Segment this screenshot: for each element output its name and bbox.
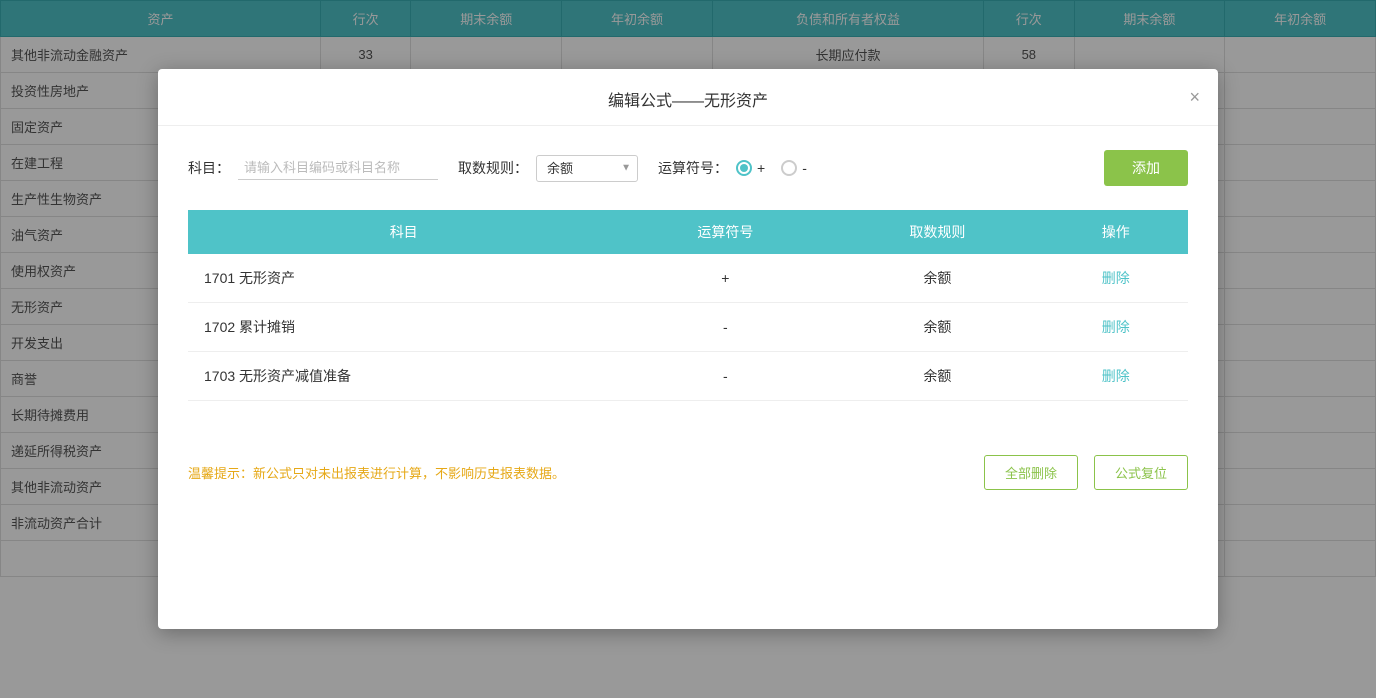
delete-row-button[interactable]: 删除 xyxy=(1102,268,1130,288)
modal-title: 编辑公式——无形资产 xyxy=(608,87,768,111)
subject-input[interactable] xyxy=(238,156,438,180)
table-row: 1701 无形资产+余额 删除 xyxy=(188,254,1188,303)
radio-minus-circle xyxy=(781,160,797,176)
modal-body: 科目： 取数规则： 余额 借方发生额 贷方发生额 ▼ 运算 xyxy=(158,126,1218,455)
th-operator: 运算符号 xyxy=(619,210,831,254)
th-rule: 取数规则 xyxy=(831,210,1043,254)
footer-buttons: 全部删除 公式复位 xyxy=(984,455,1188,490)
modal-header: 编辑公式——无形资产 × xyxy=(158,69,1218,126)
operator-plus-label: + xyxy=(757,160,765,176)
form-row: 科目： 取数规则： 余额 借方发生额 贷方发生额 ▼ 运算 xyxy=(188,150,1188,186)
operator-minus-label: - xyxy=(802,160,807,176)
table-header-row: 科目 运算符号 取数规则 操作 xyxy=(188,210,1188,254)
rule-field-group: 取数规则： 余额 借方发生额 贷方发生额 ▼ xyxy=(458,155,638,182)
operator-minus-item[interactable]: - xyxy=(781,160,807,176)
operator-label: 运算符号： xyxy=(658,158,728,178)
reset-formula-button[interactable]: 公式复位 xyxy=(1094,455,1188,490)
rule-select-wrapper: 余额 借方发生额 贷方发生额 ▼ xyxy=(536,155,638,182)
formula-table: 科目 运算符号 取数规则 操作 1701 无形资产+余额删除1702 累计摊销-… xyxy=(188,210,1188,401)
cell-operator: - xyxy=(619,303,831,352)
delete-all-button[interactable]: 全部删除 xyxy=(984,455,1078,490)
cell-subject: 1701 无形资产 xyxy=(188,254,619,303)
footer-tip: 温馨提示：新公式只对未出报表进行计算，不影响历史报表数据。 xyxy=(188,463,565,482)
modal-footer: 温馨提示：新公式只对未出报表进行计算，不影响历史报表数据。 全部删除 公式复位 xyxy=(158,455,1218,514)
table-row: 1703 无形资产减值准备-余额 删除 xyxy=(188,352,1188,401)
cell-action: 删除 xyxy=(1043,352,1188,401)
cell-operator: + xyxy=(619,254,831,303)
modal-overlay: 编辑公式——无形资产 × 科目： 取数规则： 余额 借方发生额 贷方发生额 xyxy=(0,0,1376,698)
th-action: 操作 xyxy=(1043,210,1188,254)
table-row: 1702 累计摊销-余额 删除 xyxy=(188,303,1188,352)
operator-plus-item[interactable]: + xyxy=(736,160,765,176)
cell-subject: 1703 无形资产减值准备 xyxy=(188,352,619,401)
modal-close-button[interactable]: × xyxy=(1189,88,1200,106)
cell-subject: 1702 累计摊销 xyxy=(188,303,619,352)
add-button[interactable]: 添加 xyxy=(1104,150,1188,186)
operator-field-group: 运算符号： + - xyxy=(658,158,807,178)
cell-operator: - xyxy=(619,352,831,401)
delete-row-button[interactable]: 删除 xyxy=(1102,317,1130,337)
th-subject: 科目 xyxy=(188,210,619,254)
subject-label: 科目： xyxy=(188,158,230,178)
rule-label: 取数规则： xyxy=(458,158,528,178)
modal-dialog: 编辑公式——无形资产 × 科目： 取数规则： 余额 借方发生额 贷方发生额 xyxy=(158,69,1218,629)
cell-action: 删除 xyxy=(1043,254,1188,303)
rule-select[interactable]: 余额 借方发生额 贷方发生额 xyxy=(536,155,638,182)
cell-rule: 余额 xyxy=(831,303,1043,352)
operator-radio-group: + - xyxy=(736,160,807,176)
subject-field-group: 科目： xyxy=(188,156,438,180)
radio-plus-circle xyxy=(736,160,752,176)
cell-action: 删除 xyxy=(1043,303,1188,352)
cell-rule: 余额 xyxy=(831,352,1043,401)
delete-row-button[interactable]: 删除 xyxy=(1102,366,1130,386)
cell-rule: 余额 xyxy=(831,254,1043,303)
